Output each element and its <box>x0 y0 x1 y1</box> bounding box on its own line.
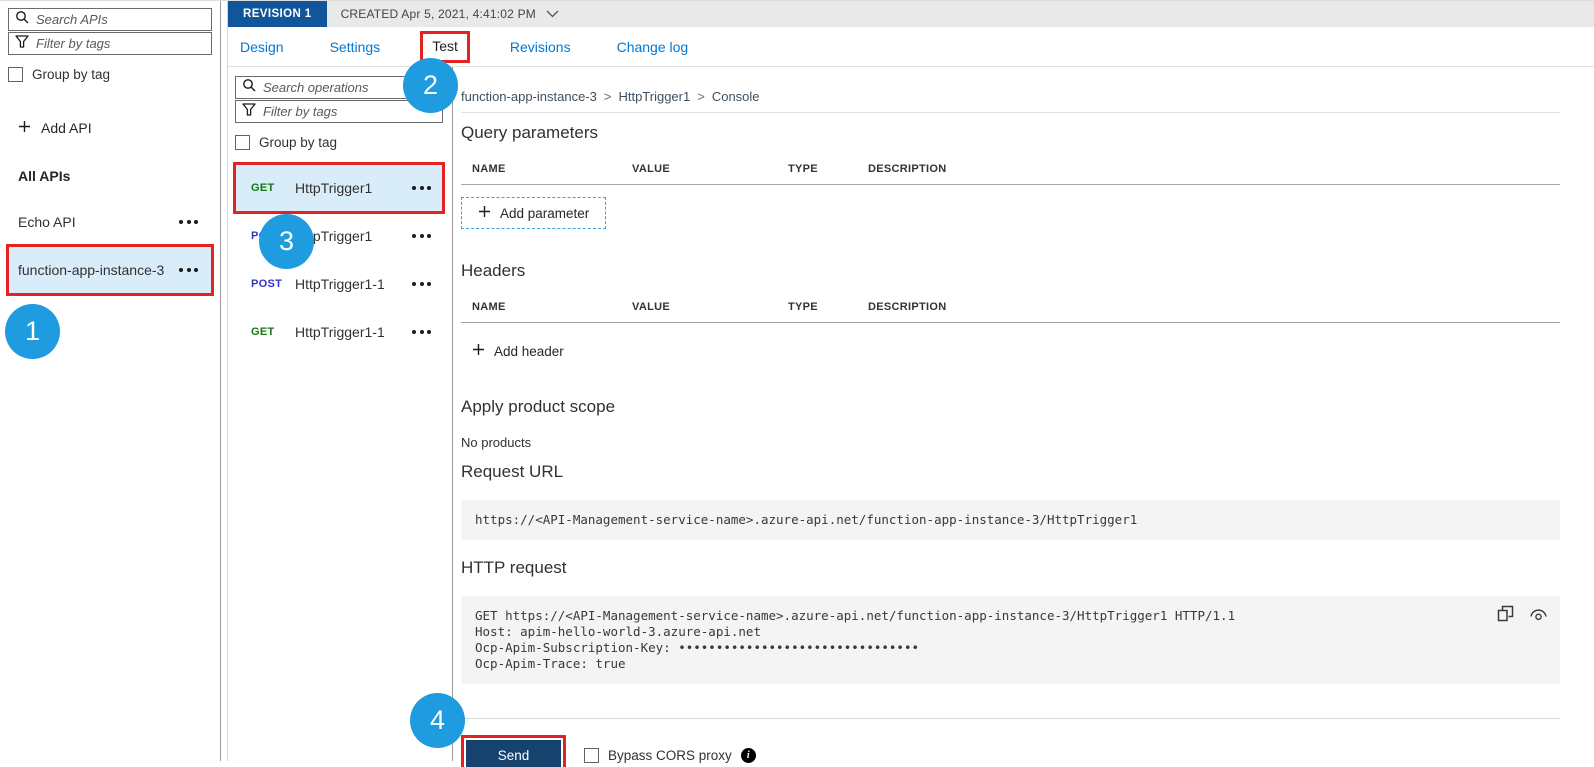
tab-revisions[interactable]: Revisions <box>510 39 571 55</box>
console-footer: Send Bypass CORS proxy i <box>461 718 1560 767</box>
filter-operations-tags-input[interactable] <box>263 104 436 119</box>
api-tabs: Design Settings Test Revisions Change lo… <box>228 27 1594 67</box>
method-badge: GET <box>251 182 275 194</box>
no-products-text: No products <box>461 435 532 450</box>
api-item-function-app-instance-3[interactable]: function-app-instance-3 <box>6 244 214 296</box>
method-badge: POST <box>251 230 283 242</box>
filter-tags-box[interactable] <box>8 32 212 55</box>
query-parameters-table-header: NAME VALUE TYPE DESCRIPTION <box>461 163 1560 185</box>
chevron-down-icon[interactable] <box>546 10 559 18</box>
add-api-button[interactable]: Add API <box>18 120 212 136</box>
query-parameters-heading: Query parameters <box>461 123 598 142</box>
operations-group-by-tag-row: Group by tag <box>235 135 443 150</box>
reveal-eye-icon[interactable] <box>1529 607 1548 621</box>
plus-icon <box>18 120 31 136</box>
filter-tags-input[interactable] <box>36 36 205 51</box>
operation-get-httptrigger1[interactable]: GET HttpTrigger1 <box>233 162 445 214</box>
tab-test[interactable]: Test <box>432 38 458 54</box>
api-item-echo-api[interactable]: Echo API <box>8 198 212 246</box>
tab-change-log[interactable]: Change log <box>617 39 689 55</box>
operations-list: GET HttpTrigger1 POST HttpTrigger1 POST … <box>233 162 445 356</box>
more-options-icon[interactable] <box>410 230 433 242</box>
request-url-heading: Request URL <box>461 462 564 481</box>
bypass-cors-label: Bypass CORS proxy <box>608 747 732 763</box>
api-sidebar: Group by tag Add API All APIs Echo API f… <box>0 1 221 761</box>
filter-operations-tags-box[interactable] <box>235 100 443 123</box>
more-options-icon[interactable] <box>177 216 200 228</box>
more-options-icon[interactable] <box>177 264 200 276</box>
tab-settings[interactable]: Settings <box>330 39 381 55</box>
api-name: function-app-instance-3 <box>18 262 165 278</box>
add-header-button[interactable]: Add header <box>467 335 569 367</box>
tab-design[interactable]: Design <box>240 39 284 55</box>
filter-icon <box>15 34 29 53</box>
request-url-value: https://<API-Management-service-name>.az… <box>461 500 1560 540</box>
search-icon <box>242 78 256 97</box>
operation-get-httptrigger1-1[interactable]: GET HttpTrigger1-1 <box>235 308 443 356</box>
filter-icon <box>242 102 256 121</box>
send-button[interactable]: Send <box>466 740 561 767</box>
headers-table-header: NAME VALUE TYPE DESCRIPTION <box>461 301 1560 323</box>
more-options-icon[interactable] <box>410 326 433 338</box>
api-name: Echo API <box>18 214 76 230</box>
send-button-highlight: Send <box>461 735 566 767</box>
breadcrumb-api[interactable]: function-app-instance-3 <box>461 89 597 104</box>
revision-badge: REVISION 1 <box>228 1 327 27</box>
operations-panel: Group by tag GET HttpTrigger1 POST HttpT… <box>228 67 453 761</box>
search-apis-input[interactable] <box>36 12 205 27</box>
copy-icon[interactable] <box>1497 605 1514 622</box>
search-operations-input[interactable] <box>263 80 436 95</box>
breadcrumb-operation[interactable]: HttpTrigger1 <box>618 89 690 104</box>
operation-post-httptrigger1-1[interactable]: POST HttpTrigger1-1 <box>235 260 443 308</box>
group-by-tag-checkbox[interactable] <box>8 67 23 82</box>
group-by-tag-label: Group by tag <box>32 67 111 82</box>
http-request-code: GET https://<API-Management-service-name… <box>461 596 1560 684</box>
search-operations-box[interactable] <box>235 76 443 99</box>
group-by-tag-row: Group by tag <box>8 67 212 82</box>
api-list: Echo API function-app-instance-3 <box>6 198 214 296</box>
revision-created-text: CREATED Apr 5, 2021, 4:41:02 PM <box>340 7 536 21</box>
add-api-label: Add API <box>41 120 92 136</box>
plus-icon <box>478 205 491 221</box>
search-apis-box[interactable] <box>8 8 212 31</box>
method-badge: POST <box>251 278 283 290</box>
revision-bar: REVISION 1 CREATED Apr 5, 2021, 4:41:02 … <box>228 1 1594 27</box>
group-by-tag-checkbox[interactable] <box>235 135 250 150</box>
operation-post-httptrigger1[interactable]: POST HttpTrigger1 <box>235 212 443 260</box>
search-icon <box>15 10 29 29</box>
test-console: function-app-instance-3 > HttpTrigger1 >… <box>453 67 1594 767</box>
all-apis-heading: All APIs <box>18 168 71 184</box>
method-badge: GET <box>251 326 275 338</box>
bypass-cors-row: Bypass CORS proxy i <box>584 747 756 763</box>
more-options-icon[interactable] <box>410 278 433 290</box>
apim-test-page: Group by tag Add API All APIs Echo API f… <box>0 0 1594 767</box>
breadcrumb: function-app-instance-3 > HttpTrigger1 >… <box>461 67 1560 113</box>
product-scope-heading: Apply product scope <box>461 397 616 416</box>
headers-heading: Headers <box>461 261 526 280</box>
plus-icon <box>472 343 485 359</box>
group-by-tag-label: Group by tag <box>259 135 338 150</box>
add-parameter-button[interactable]: Add parameter <box>461 197 607 229</box>
api-detail-region: REVISION 1 CREATED Apr 5, 2021, 4:41:02 … <box>227 1 1594 767</box>
test-tab-highlight: Test <box>420 30 470 63</box>
info-icon[interactable]: i <box>740 747 756 763</box>
bypass-cors-checkbox[interactable] <box>584 747 599 763</box>
http-request-heading: HTTP request <box>461 558 567 577</box>
breadcrumb-console: Console <box>711 89 760 104</box>
more-options-icon[interactable] <box>410 182 433 194</box>
